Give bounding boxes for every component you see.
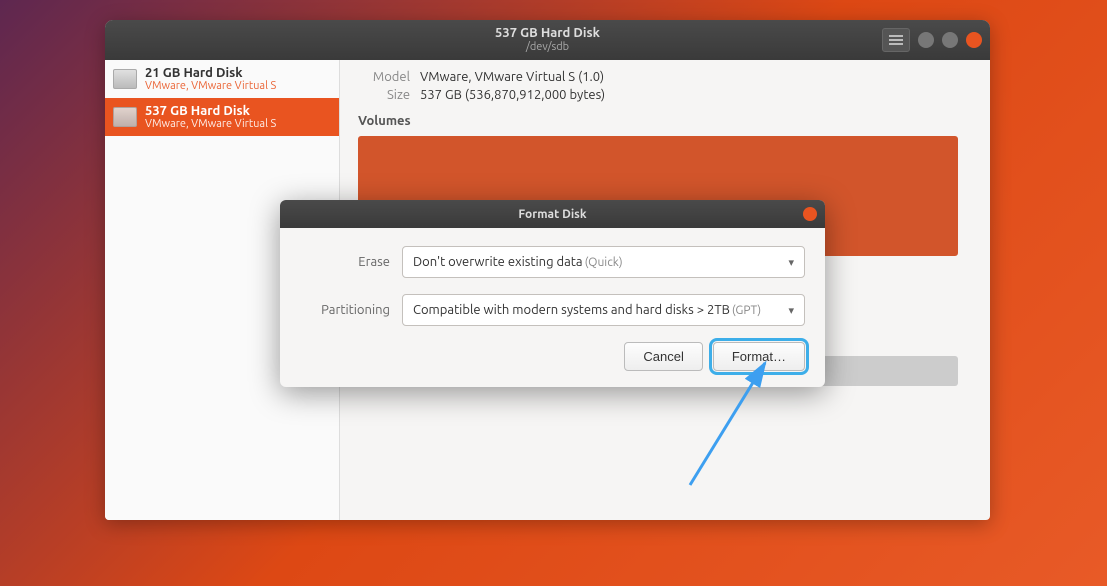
close-window-button[interactable] xyxy=(966,32,982,48)
minimize-button[interactable] xyxy=(918,32,934,48)
size-value: 537 GB (536,870,912,000 bytes) xyxy=(420,88,605,102)
model-label: Model xyxy=(358,70,410,84)
partitioning-selected-value: Compatible with modern systems and hard … xyxy=(413,303,730,317)
volumes-heading: Volumes xyxy=(358,114,972,128)
partitioning-label: Partitioning xyxy=(300,303,390,317)
window-titlebar: 537 GB Hard Disk /dev/sdb xyxy=(105,20,990,60)
dialog-titlebar: Format Disk xyxy=(280,200,825,228)
disk-label: 537 GB Hard Disk xyxy=(145,104,276,118)
window-subtitle: /dev/sdb xyxy=(495,41,600,54)
dialog-title: Format Disk xyxy=(518,208,586,221)
cancel-button[interactable]: Cancel xyxy=(624,342,702,371)
size-label: Size xyxy=(358,88,410,102)
erase-hint: (Quick) xyxy=(585,256,623,269)
disk-label: 21 GB Hard Disk xyxy=(145,66,276,80)
harddisk-icon xyxy=(113,107,137,127)
erase-dropdown[interactable]: Don't overwrite existing data (Quick) xyxy=(402,246,805,278)
harddisk-icon xyxy=(113,69,137,89)
sidebar-disk-0[interactable]: 21 GB Hard Disk VMware, VMware Virtual S xyxy=(105,60,339,98)
maximize-button[interactable] xyxy=(942,32,958,48)
erase-label: Erase xyxy=(300,255,390,269)
disk-sublabel: VMware, VMware Virtual S xyxy=(145,80,276,92)
sidebar-disk-1[interactable]: 537 GB Hard Disk VMware, VMware Virtual … xyxy=(105,98,339,136)
dialog-close-button[interactable] xyxy=(803,207,817,221)
window-title: 537 GB Hard Disk xyxy=(495,26,600,42)
format-disk-dialog: Format Disk Erase Don't overwrite existi… xyxy=(280,200,825,387)
erase-selected-value: Don't overwrite existing data xyxy=(413,255,583,269)
partitioning-hint: (GPT) xyxy=(732,304,761,317)
hamburger-menu-button[interactable] xyxy=(882,28,910,52)
partitioning-dropdown[interactable]: Compatible with modern systems and hard … xyxy=(402,294,805,326)
disk-sublabel: VMware, VMware Virtual S xyxy=(145,118,276,130)
format-button[interactable]: Format… xyxy=(713,342,805,371)
model-value: VMware, VMware Virtual S (1.0) xyxy=(420,70,604,84)
